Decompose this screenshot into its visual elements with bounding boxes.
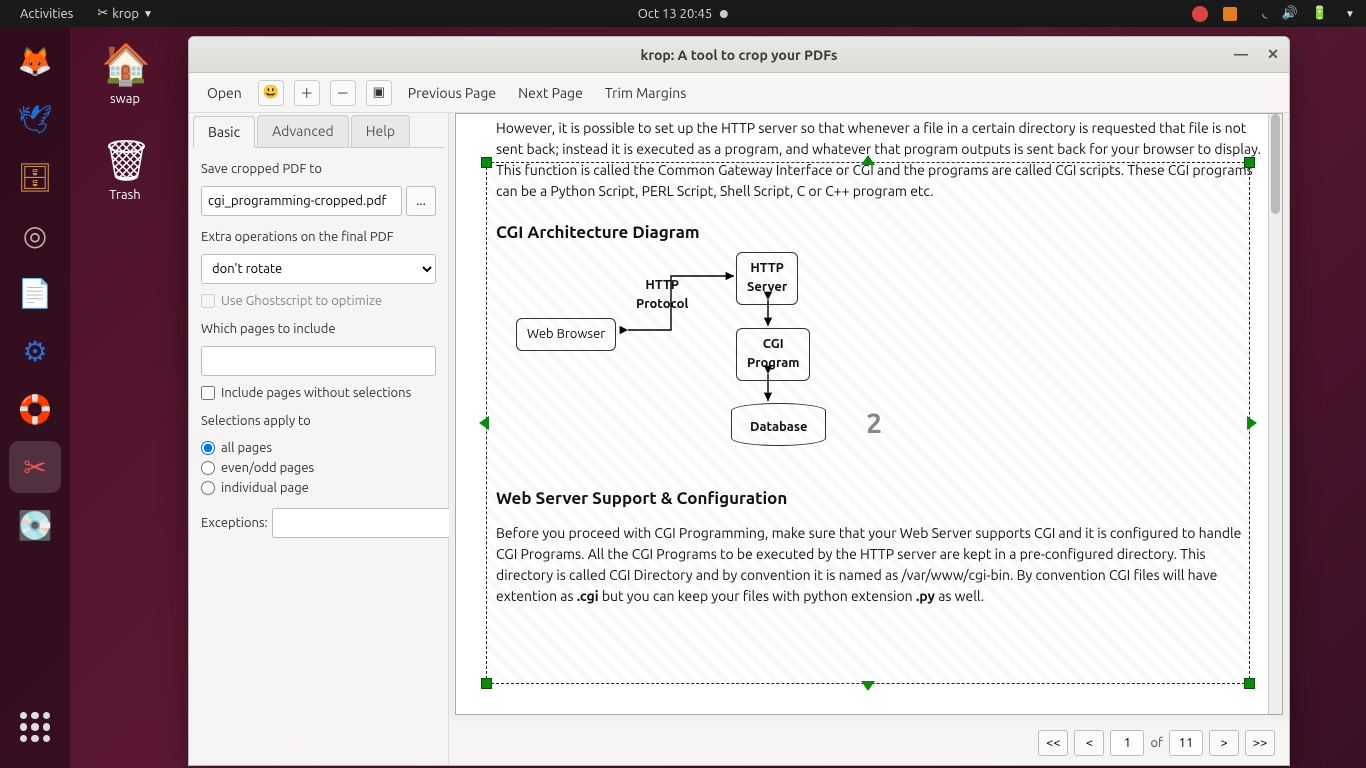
show-apps-button[interactable] (14, 706, 56, 748)
extra-ops-label: Extra operations on the final PDF (201, 230, 436, 244)
chevron-down-icon[interactable]: ▼ (1342, 6, 1358, 22)
pages-include-label: Which pages to include (201, 322, 436, 336)
toolbar: Open 😃 ＋ － ▣ Previous Page Next Page Tri… (189, 73, 1289, 113)
paragraph: Before you proceed with CGI Programming,… (496, 523, 1262, 607)
browse-button[interactable]: ... (406, 186, 436, 216)
desktop-icons: 🏠swap 🗑Trash (90, 40, 160, 202)
ghostscript-label: Use Ghostscript to optimize (221, 294, 382, 308)
app-menu[interactable]: ✂ krop ▼ (85, 6, 165, 21)
next-page-button[interactable]: Next Page (512, 81, 589, 105)
desktop-swap[interactable]: 🏠swap (90, 40, 160, 106)
selections-apply-label: Selections apply to (201, 414, 436, 428)
desktop-trash[interactable]: 🗑Trash (90, 136, 160, 202)
datetime-label: Oct 13 20:45 (638, 7, 712, 21)
page-number-input[interactable] (1110, 730, 1144, 756)
window-title: krop: A tool to crop your PDFs (640, 47, 837, 63)
titlebar[interactable]: krop: A tool to crop your PDFs — ✕ (189, 37, 1289, 73)
include-wo-checkbox[interactable] (201, 386, 215, 400)
exceptions-label: Exceptions: (201, 516, 268, 530)
rhythmbox-icon[interactable]: ◎ (9, 209, 61, 261)
krop-icon[interactable]: ✂ (9, 441, 61, 493)
next-page-button[interactable]: > (1209, 730, 1239, 756)
emoji-icon[interactable]: 😃 (258, 80, 284, 106)
vertical-scrollbar[interactable] (1268, 114, 1282, 714)
minimize-button[interactable]: — (1231, 46, 1251, 63)
handle-nw[interactable] (481, 157, 492, 168)
handle-sw[interactable] (481, 678, 492, 689)
system-topbar: Activities ✂ krop ▼ Oct 13 20:45 ⠀◟ 🔊 🔋 … (0, 0, 1366, 27)
settings-icon[interactable]: ⚙ (9, 325, 61, 377)
handle-w[interactable] (479, 416, 489, 430)
exceptions-input[interactable] (272, 508, 457, 538)
tab-advanced[interactable]: Advanced (257, 115, 349, 147)
notification-dot-icon (720, 10, 728, 18)
trim-margins-button[interactable]: Trim Margins (599, 81, 692, 105)
total-pages-display (1169, 730, 1203, 756)
battery-icon[interactable]: 🔋 (1312, 6, 1328, 22)
side-panel: Basic Advanced Help Save cropped PDF to … (189, 113, 449, 765)
thunderbird-icon[interactable]: 🕊 (9, 93, 61, 145)
include-wo-label: Include pages without selections (221, 386, 411, 400)
desktop-label: swap (90, 92, 160, 106)
updates-icon[interactable] (1192, 6, 1208, 22)
radio-all-label: all pages (221, 441, 272, 455)
handle-s[interactable] (861, 681, 875, 691)
pdf-page[interactable]: However, it is possible to set up the HT… (455, 113, 1283, 715)
wifi-icon[interactable]: ⠀◟ (1252, 6, 1268, 22)
clock[interactable]: Oct 13 20:45 (638, 7, 728, 21)
last-page-button[interactable]: >> (1245, 730, 1275, 756)
tab-help[interactable]: Help (351, 115, 410, 147)
radio-all-pages[interactable] (201, 441, 215, 455)
disk-icon[interactable]: 💽 (9, 499, 61, 551)
page-content: However, it is possible to set up the HT… (496, 114, 1262, 611)
rotate-select[interactable]: don't rotate (201, 254, 436, 284)
fit-page-button[interactable]: ▣ (366, 80, 392, 106)
writer-icon[interactable]: 📄 (9, 267, 61, 319)
krop-window: krop: A tool to crop your PDFs — ✕ Open … (188, 36, 1290, 766)
help-icon[interactable]: 🛟 (9, 383, 61, 435)
volume-icon[interactable]: 🔊 (1282, 6, 1298, 22)
save-path-input[interactable] (201, 186, 402, 216)
radio-ind-label: individual page (221, 481, 309, 495)
chevron-down-icon: ▼ (143, 8, 153, 20)
zoom-out-button[interactable]: － (330, 80, 356, 106)
of-label: of (1150, 736, 1163, 750)
app-menu-label: krop (112, 7, 139, 21)
tab-basic[interactable]: Basic (193, 116, 255, 148)
firefox-icon[interactable]: 🦊 (9, 35, 61, 87)
tab-strip: Basic Advanced Help (193, 115, 444, 148)
scissors-icon: ✂ (97, 6, 108, 21)
paragraph: However, it is possible to set up the HT… (496, 118, 1262, 202)
cgi-diagram: HTTP Protocol Web Browser HTTP Server CG… (506, 258, 886, 468)
previous-page-button[interactable]: Previous Page (402, 81, 502, 105)
ghostscript-checkbox (201, 294, 215, 308)
close-button[interactable]: ✕ (1263, 46, 1283, 63)
heading: Web Server Support & Configuration (496, 486, 1262, 512)
desktop-label: Trash (90, 188, 160, 202)
scroll-thumb[interactable] (1271, 114, 1280, 214)
save-label: Save cropped PDF to (201, 162, 436, 176)
diagram-arrows-icon (506, 258, 886, 468)
page-navigation: << < of > >> (449, 721, 1289, 765)
handle-se[interactable] (1244, 678, 1255, 689)
pages-include-input[interactable] (201, 346, 436, 376)
prev-page-button[interactable]: < (1074, 730, 1104, 756)
radio-individual[interactable] (201, 481, 215, 495)
open-button[interactable]: Open (201, 81, 248, 105)
zoom-in-button[interactable]: ＋ (294, 80, 320, 106)
activities-button[interactable]: Activities (8, 7, 85, 21)
dock: 🦊 🕊 🗄 ◎ 📄 ⚙ 🛟 ✂ 💽 (0, 27, 70, 768)
first-page-button[interactable]: << (1038, 730, 1068, 756)
heading: CGI Architecture Diagram (496, 220, 1262, 246)
files-icon[interactable]: 🗄 (9, 151, 61, 203)
radio-eo-label: even/odd pages (221, 461, 314, 475)
page-watermark: 2 (866, 408, 882, 439)
radio-even-odd[interactable] (201, 461, 215, 475)
pdf-viewer: However, it is possible to set up the HT… (449, 113, 1289, 765)
security-icon[interactable] (1222, 6, 1238, 22)
